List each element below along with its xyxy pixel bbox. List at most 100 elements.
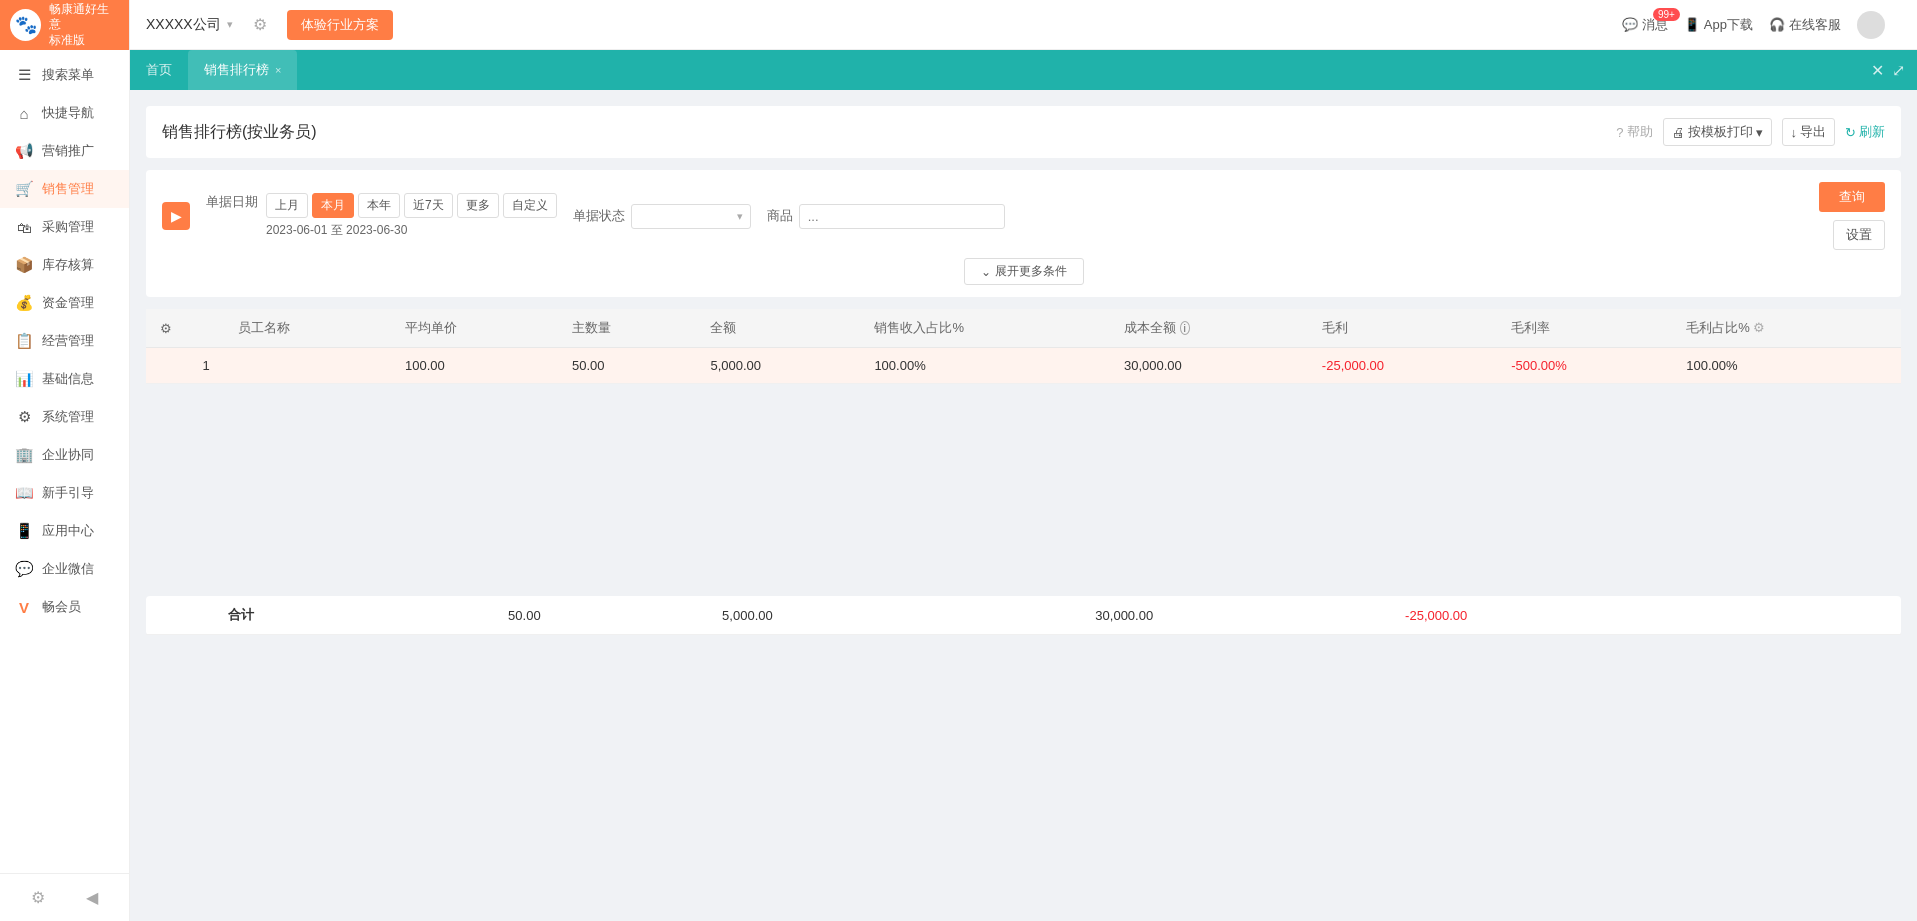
app-download-button[interactable]: 📱 App下载: [1684, 16, 1753, 34]
status-filter-group: 单据状态 全部 已审核 未审核: [573, 204, 751, 229]
main-content: 销售排行榜(按业务员) ? 帮助 🖨 按模板打印 ▾ ↓ 导出 ↻ 刷新: [130, 90, 1917, 921]
app-center-icon: 📱: [14, 522, 34, 540]
sidebar-item-operations[interactable]: 📋 经营管理: [0, 322, 129, 360]
sidebar-item-quick-nav[interactable]: ⌂ 快捷导航: [0, 94, 129, 132]
tab-home[interactable]: 首页: [130, 50, 188, 90]
app-download-icon: 📱: [1684, 17, 1700, 32]
col-main-qty: 主数量: [560, 309, 698, 348]
tab-minimize-icon[interactable]: ✕: [1871, 61, 1884, 80]
status-select[interactable]: 全部 已审核 未审核: [631, 204, 751, 229]
sidebar-item-purchase[interactable]: 🛍 采购管理: [0, 208, 129, 246]
footer-row: 合计 50.00 5,000.00 30,000.00 -25,000.00: [146, 596, 1901, 635]
trial-plan-button[interactable]: 体验行业方案: [287, 10, 393, 40]
sidebar-logo: 🐾 畅康通好生意 标准版: [0, 0, 129, 50]
sidebar-item-app-center[interactable]: 📱 应用中心: [0, 512, 129, 550]
rank-cell: 1: [186, 348, 226, 384]
operations-icon: 📋: [14, 332, 34, 350]
sidebar-item-sales[interactable]: 🛒 销售管理: [0, 170, 129, 208]
system-icon: ⚙: [14, 408, 34, 426]
gross-pct-cell: 100.00%: [1674, 348, 1901, 384]
status-filter-label: 单据状态: [573, 207, 625, 225]
inventory-icon: 📦: [14, 256, 34, 274]
amount-cell: 5,000.00: [698, 348, 862, 384]
basic-info-icon: 📊: [14, 370, 34, 388]
avg-price-cell: 100.00: [393, 348, 560, 384]
col-gross-rate: 毛利率: [1499, 309, 1674, 348]
sidebar-item-guide[interactable]: 📖 新手引导: [0, 474, 129, 512]
date-range-display: 2023-06-01 至 2023-06-30: [266, 222, 557, 239]
template-print-button[interactable]: 🖨 按模板打印 ▾: [1663, 118, 1772, 146]
wechat-icon: 💬: [14, 560, 34, 578]
sidebar-item-member[interactable]: V 畅会员: [0, 588, 129, 626]
main-qty-cell: 50.00: [560, 348, 698, 384]
footer-sales-pct-cell: [993, 596, 1084, 635]
sidebar-item-wechat[interactable]: 💬 企业微信: [0, 550, 129, 588]
sidebar-item-enterprise[interactable]: 🏢 企业协同: [0, 436, 129, 474]
sidebar-item-system[interactable]: ⚙ 系统管理: [0, 398, 129, 436]
home-icon: ⌂: [14, 105, 34, 122]
gross-rate-cell: -500.00%: [1499, 348, 1674, 384]
export-button[interactable]: ↓ 导出: [1782, 118, 1836, 146]
tab-maximize-icon[interactable]: ⤢: [1892, 61, 1905, 80]
purchase-icon: 🛍: [14, 219, 34, 236]
col-rank: [186, 309, 226, 348]
footer-cost-cell: 30,000.00: [1083, 596, 1393, 635]
sidebar-item-finance[interactable]: 💰 资金管理: [0, 284, 129, 322]
sidebar-item-marketing[interactable]: 📢 营销推广: [0, 132, 129, 170]
footer-label-cell: 合计: [216, 596, 405, 635]
refresh-icon: ↻: [1845, 125, 1856, 140]
filter-bar: ▶ 单据日期 上月 本月 本年 近7天 更多 自定义 2023-06-01: [146, 170, 1901, 297]
company-name: XXXXX公司: [146, 16, 221, 34]
company-selector[interactable]: XXXXX公司 ▾: [146, 16, 233, 34]
search-button[interactable]: 查询: [1819, 182, 1885, 212]
table-footer-wrap: 合计 50.00 5,000.00 30,000.00 -25,000.00: [146, 596, 1901, 635]
goods-search-input[interactable]: [799, 204, 1005, 229]
tab-sales-ranking[interactable]: 销售排行榜 ×: [188, 50, 297, 90]
sidebar-item-basic-info[interactable]: 📊 基础信息: [0, 360, 129, 398]
footer-gross-pct-cell: [1810, 596, 1901, 635]
goods-filter-label: 商品: [767, 207, 793, 225]
col-gross: 毛利: [1310, 309, 1499, 348]
footer-settings-cell: [146, 596, 176, 635]
help-icon: ?: [1616, 125, 1623, 140]
date-btn-current-month[interactable]: 本月: [312, 193, 354, 218]
date-btn-current-year[interactable]: 本年: [358, 193, 400, 218]
setting-button[interactable]: 设置: [1833, 220, 1885, 250]
date-filter-group: 单据日期 上月 本月 本年 近7天 更多 自定义 2023-06-01 至 20…: [206, 193, 557, 239]
row-settings-cell: [146, 348, 186, 384]
footer-main-qty-cell: 50.00: [496, 596, 710, 635]
user-avatar[interactable]: [1857, 11, 1885, 39]
tabbar: 首页 销售排行榜 × ✕ ⤢: [130, 50, 1917, 90]
online-service-button[interactable]: 🎧 在线客服: [1769, 16, 1841, 34]
sales-icon: 🛒: [14, 180, 34, 198]
topbar: XXXXX公司 ▾ ⚙ 体验行业方案 💬 消息 99+ 📱 App下载 🎧 在线…: [130, 0, 1917, 50]
sidebar-collapse-button[interactable]: ◀: [86, 888, 98, 907]
date-btn-7days[interactable]: 近7天: [404, 193, 453, 218]
sidebar-item-inventory[interactable]: 📦 库存核算: [0, 246, 129, 284]
template-caret-icon: ▾: [1756, 125, 1763, 140]
sidebar-item-search-order[interactable]: ☰ 搜索菜单: [0, 56, 129, 94]
date-btn-more[interactable]: 更多: [457, 193, 499, 218]
col-settings[interactable]: ⚙: [146, 309, 186, 348]
export-icon: ↓: [1791, 125, 1798, 140]
tabbar-actions: ✕ ⤢: [1871, 61, 1917, 80]
tab-close-icon[interactable]: ×: [275, 64, 281, 76]
filter-toggle-button[interactable]: ▶: [162, 202, 190, 230]
logo-icon: 🐾: [10, 9, 41, 41]
status-select-wrap: 全部 已审核 未审核: [631, 204, 751, 229]
message-icon: 💬: [1622, 17, 1638, 32]
page-header: 销售排行榜(按业务员) ? 帮助 🖨 按模板打印 ▾ ↓ 导出 ↻ 刷新: [146, 106, 1901, 158]
sidebar-settings-button[interactable]: ⚙: [31, 888, 45, 907]
message-button[interactable]: 💬 消息 99+: [1622, 16, 1668, 34]
help-button[interactable]: ? 帮助: [1616, 123, 1652, 141]
refresh-button[interactable]: ↻ 刷新: [1845, 123, 1885, 141]
finance-icon: 💰: [14, 294, 34, 312]
expand-more-button[interactable]: ⌄ 展开更多条件: [964, 258, 1084, 285]
topbar-gear-button[interactable]: ⚙: [245, 10, 275, 40]
marketing-icon: 📢: [14, 142, 34, 160]
col-sales-pct: 销售收入占比%: [862, 309, 1112, 348]
date-btn-custom[interactable]: 自定义: [503, 193, 557, 218]
expand-more-row: ⌄ 展开更多条件: [162, 258, 1885, 285]
date-btn-prev-month[interactable]: 上月: [266, 193, 308, 218]
data-table-wrap: ⚙ 员工名称 平均单价 主数量 全额 销售收入占比% 成本全额 i 毛利 毛利率…: [146, 309, 1901, 384]
